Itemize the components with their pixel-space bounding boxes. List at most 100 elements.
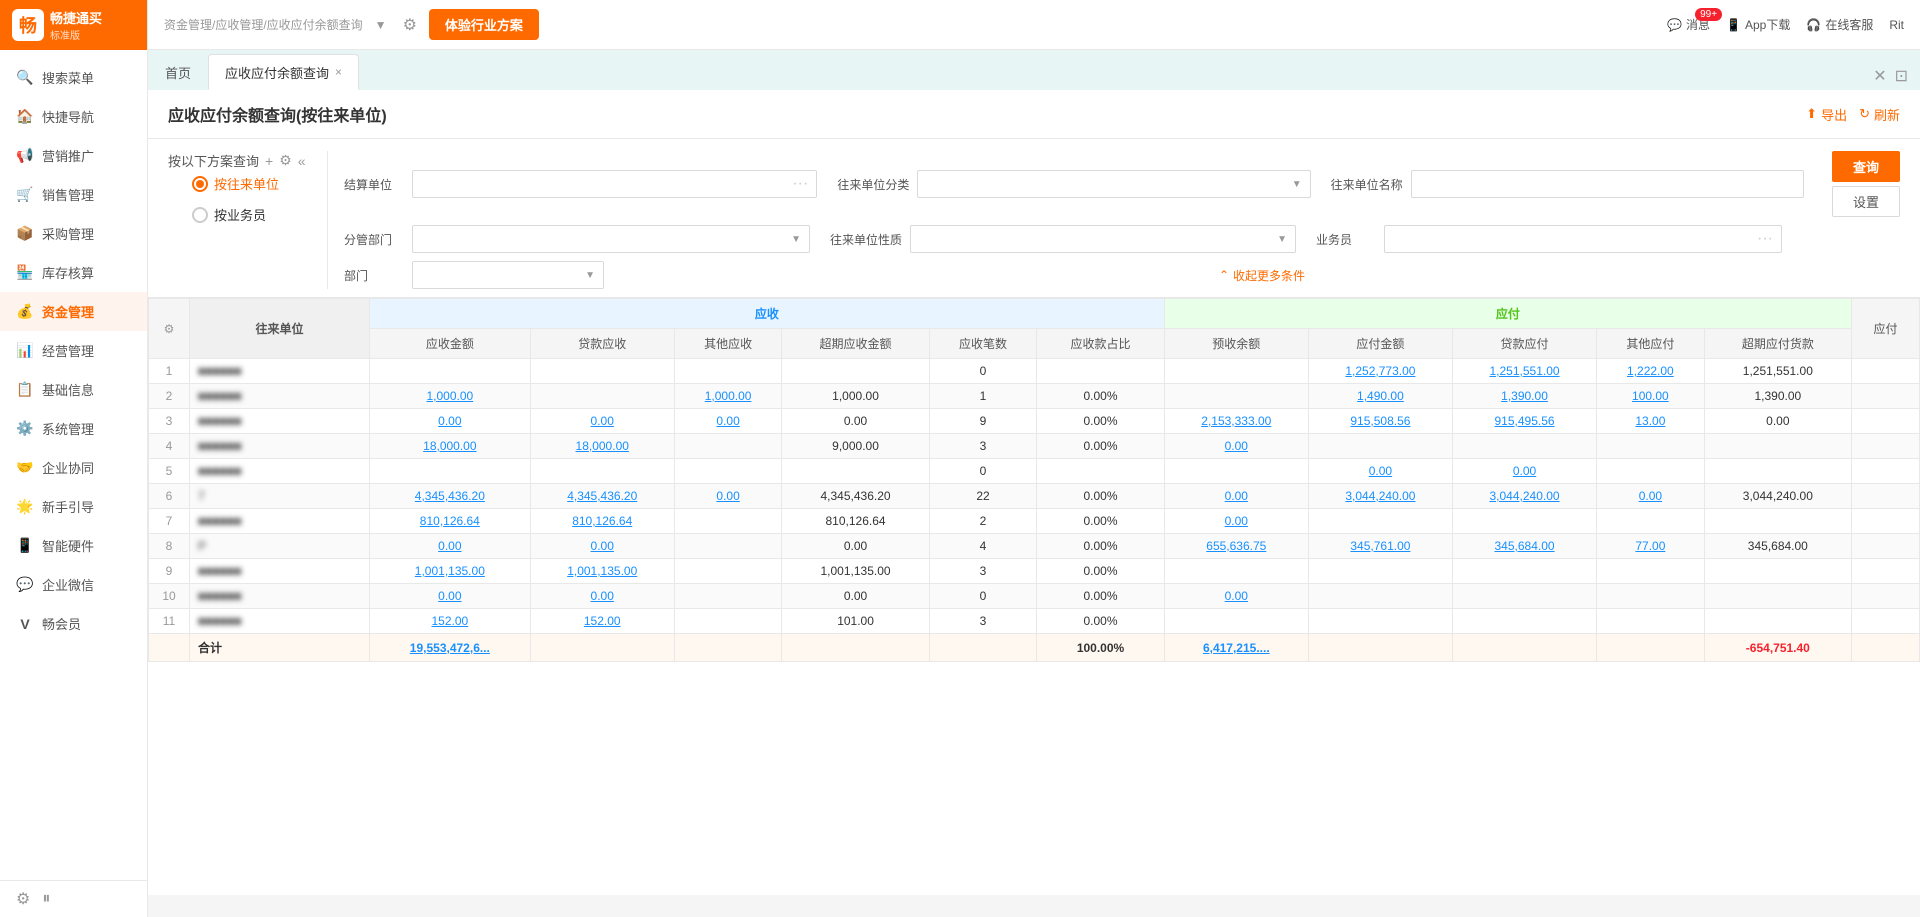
sidebar-item-warehouse[interactable]: 🏪 库存核算	[0, 253, 147, 292]
row-ap-other[interactable]: 1,222.00	[1597, 359, 1705, 384]
row-ar-prepaid[interactable]	[1164, 384, 1308, 409]
app-download-button[interactable]: 📱 App下载	[1726, 16, 1790, 33]
row-ar-amount[interactable]: 1,001,135.00	[370, 559, 531, 584]
row-ar-other[interactable]	[674, 584, 782, 609]
export-button[interactable]: ⬆ 导出	[1806, 105, 1847, 124]
row-ap-other[interactable]	[1597, 459, 1705, 484]
row-ar-amount[interactable]: 0.00	[370, 409, 531, 434]
settings-gear-icon[interactable]: ⚙	[403, 15, 417, 35]
tab-close-icon[interactable]: ×	[335, 65, 342, 79]
collapse-filter-button[interactable]: ⌃ 收起更多条件	[1219, 263, 1305, 288]
row-ap-other[interactable]	[1597, 609, 1705, 634]
row-ap-loan[interactable]	[1452, 509, 1596, 534]
row-ap-other[interactable]: 77.00	[1597, 534, 1705, 559]
row-ap-other[interactable]	[1597, 584, 1705, 609]
sidebar-item-finance[interactable]: 💰 资金管理	[0, 292, 147, 331]
row-ar-loan[interactable]: 4,345,436.20	[530, 484, 674, 509]
row-ar-amount[interactable]: 152.00	[370, 609, 531, 634]
row-ap-amount[interactable]	[1308, 434, 1452, 459]
row-ar-prepaid[interactable]: 655,636.75	[1164, 534, 1308, 559]
query-button[interactable]: 查询	[1832, 151, 1900, 182]
row-ap-other[interactable]: 0.00	[1597, 484, 1705, 509]
sidebar-item-hardware[interactable]: 📱 智能硬件	[0, 526, 147, 565]
sidebar-item-base[interactable]: 📋 基础信息	[0, 370, 147, 409]
table-settings-icon[interactable]: ⚙	[157, 317, 181, 341]
row-ar-prepaid[interactable]	[1164, 359, 1308, 384]
row-ar-other[interactable]	[674, 359, 782, 384]
row-ap-loan[interactable]: 915,495.56	[1452, 409, 1596, 434]
row-ar-prepaid[interactable]	[1164, 459, 1308, 484]
row-ar-other[interactable]	[674, 559, 782, 584]
settlement-unit-input[interactable]: ···	[412, 170, 817, 198]
row-ar-other[interactable]	[674, 509, 782, 534]
service-button[interactable]: 🎧 在线客服	[1806, 16, 1873, 33]
tab-query[interactable]: 应收应付余额查询 ×	[208, 54, 359, 90]
row-ar-amount[interactable]: 810,126.64	[370, 509, 531, 534]
row-ap-loan[interactable]: 1,390.00	[1452, 384, 1596, 409]
sidebar-item-marketing[interactable]: 📢 营销推广	[0, 136, 147, 175]
row-ap-other[interactable]	[1597, 434, 1705, 459]
partner-category-select[interactable]: ▼	[917, 170, 1310, 198]
filter-option-partner[interactable]: 按往来单位	[184, 170, 315, 197]
user-menu[interactable]: Rit	[1889, 18, 1904, 32]
row-ap-loan[interactable]: 3,044,240.00	[1452, 484, 1596, 509]
row-ar-loan[interactable]: 0.00	[530, 534, 674, 559]
row-ar-other[interactable]: 0.00	[674, 409, 782, 434]
salesman-input[interactable]: ···	[1384, 225, 1782, 253]
sidebar-item-guide[interactable]: 🌟 新手引导	[0, 487, 147, 526]
scheme-collapse-icon[interactable]: «	[298, 153, 306, 169]
row-ar-loan[interactable]: 1,001,135.00	[530, 559, 674, 584]
row-ap-amount[interactable]: 915,508.56	[1308, 409, 1452, 434]
row-ap-other[interactable]	[1597, 559, 1705, 584]
row-ap-amount[interactable]: 1,490.00	[1308, 384, 1452, 409]
row-ar-loan[interactable]	[530, 384, 674, 409]
row-ar-amount[interactable]: 0.00	[370, 534, 531, 559]
row-ar-loan[interactable]: 18,000.00	[530, 434, 674, 459]
trial-button[interactable]: 体验行业方案	[429, 9, 539, 40]
row-ar-other[interactable]: 0.00	[674, 484, 782, 509]
row-ap-loan[interactable]	[1452, 559, 1596, 584]
row-ap-loan[interactable]: 1,251,551.00	[1452, 359, 1596, 384]
row-ar-other[interactable]: 1,000.00	[674, 384, 782, 409]
message-button[interactable]: 💬 消息 99+	[1667, 16, 1710, 33]
row-ar-amount[interactable]: 0.00	[370, 584, 531, 609]
row-ar-amount[interactable]	[370, 359, 531, 384]
partner-name-input[interactable]	[1411, 170, 1804, 198]
sidebar-item-system[interactable]: ⚙️ 系统管理	[0, 409, 147, 448]
row-ap-loan[interactable]	[1452, 584, 1596, 609]
row-ar-other[interactable]	[674, 459, 782, 484]
row-ap-amount[interactable]: 3,044,240.00	[1308, 484, 1452, 509]
settings-footer-icon[interactable]: ⚙	[16, 889, 30, 909]
row-ar-amount[interactable]	[370, 459, 531, 484]
row-ap-other[interactable]	[1597, 509, 1705, 534]
row-ap-loan[interactable]: 345,684.00	[1452, 534, 1596, 559]
row-ar-prepaid[interactable]	[1164, 609, 1308, 634]
dept-select[interactable]: ▼	[412, 261, 604, 289]
setting-button[interactable]: 设置	[1832, 186, 1900, 217]
row-ap-amount[interactable]	[1308, 584, 1452, 609]
row-ar-loan[interactable]: 810,126.64	[530, 509, 674, 534]
row-ar-prepaid[interactable]: 2,153,333.00	[1164, 409, 1308, 434]
scheme-add-icon[interactable]: +	[265, 153, 273, 169]
row-ap-amount[interactable]: 0.00	[1308, 459, 1452, 484]
sidebar-item-search[interactable]: 🔍 搜索菜单	[0, 58, 147, 97]
row-ar-loan[interactable]: 0.00	[530, 409, 674, 434]
row-ap-amount[interactable]: 1,252,773.00	[1308, 359, 1452, 384]
sidebar-item-purchase[interactable]: 📦 采购管理	[0, 214, 147, 253]
row-ar-other[interactable]	[674, 434, 782, 459]
row-ar-amount[interactable]: 1,000.00	[370, 384, 531, 409]
scheme-gear-icon[interactable]: ⚙	[279, 152, 292, 169]
row-ar-prepaid[interactable]	[1164, 559, 1308, 584]
row-ar-loan[interactable]: 152.00	[530, 609, 674, 634]
sidebar-item-collab[interactable]: 🤝 企业协同	[0, 448, 147, 487]
row-ar-prepaid[interactable]: 0.00	[1164, 434, 1308, 459]
close-window-icon[interactable]: ✕	[1873, 66, 1886, 86]
row-ar-amount[interactable]: 18,000.00	[370, 434, 531, 459]
row-ap-loan[interactable]	[1452, 609, 1596, 634]
breadcrumb-chevron[interactable]: ▼	[375, 18, 387, 32]
refresh-button[interactable]: ↻ 刷新	[1859, 105, 1900, 124]
row-ap-other[interactable]: 100.00	[1597, 384, 1705, 409]
sidebar-item-sales[interactable]: 🛒 销售管理	[0, 175, 147, 214]
row-ar-loan[interactable]	[530, 359, 674, 384]
dept-manage-select[interactable]: ▼	[412, 225, 810, 253]
